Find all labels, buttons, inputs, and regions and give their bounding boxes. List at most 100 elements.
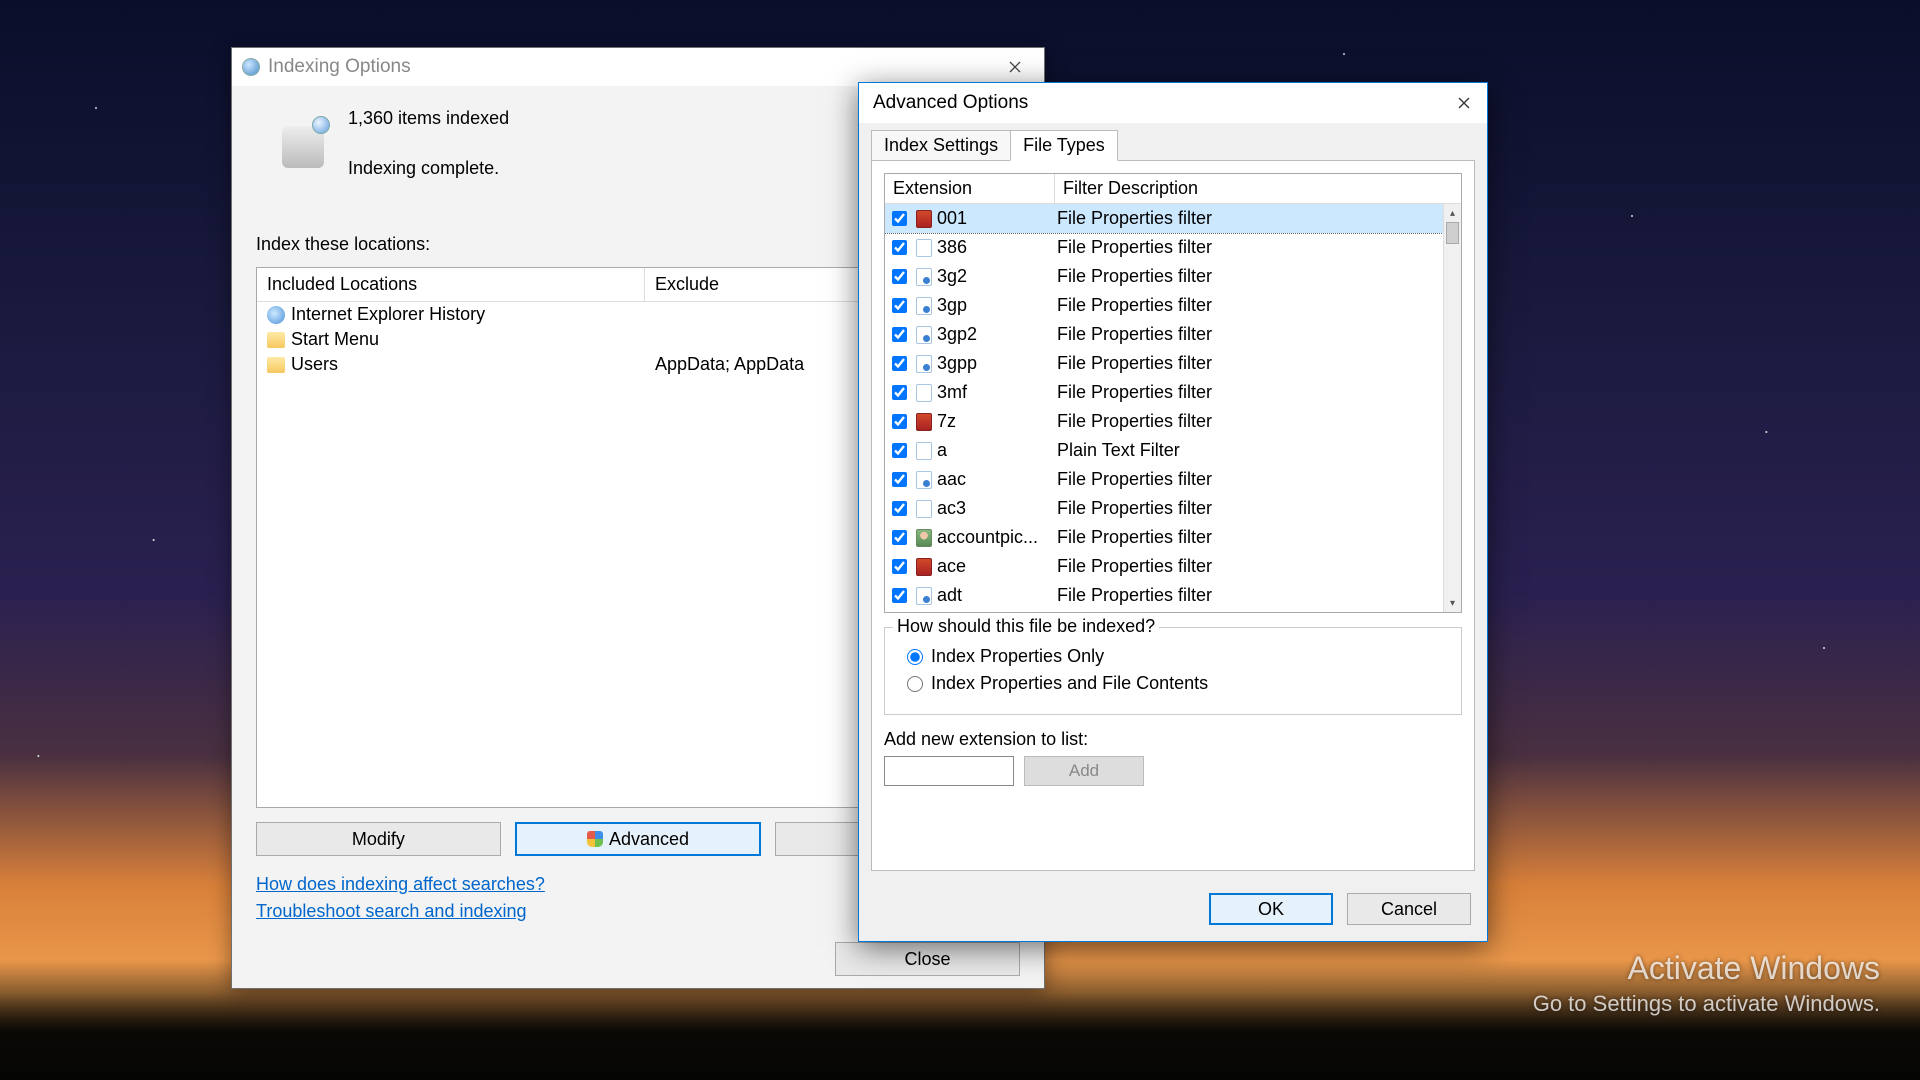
extension-body: 001File Properties filter386File Propert… [885, 204, 1461, 612]
filetype-icon [916, 239, 932, 257]
scrollbar[interactable]: ▴ ▾ [1443, 204, 1461, 612]
extension-row[interactable]: ac3File Properties filter [885, 494, 1443, 523]
scroll-thumb[interactable] [1446, 222, 1459, 244]
filetype-icon [916, 355, 932, 373]
filter-description: File Properties filter [1055, 208, 1443, 229]
radio-properties-only-input[interactable] [907, 649, 923, 665]
filetype-icon [916, 210, 932, 228]
col-included[interactable]: Included Locations [257, 268, 645, 301]
extension-row[interactable]: 3gpFile Properties filter [885, 291, 1443, 320]
extension-name: 3gpp [935, 353, 1055, 374]
filter-description: Plain Text Filter [1055, 440, 1443, 461]
extension-checkbox[interactable] [892, 211, 907, 226]
extension-row[interactable]: adtFile Properties filter [885, 581, 1443, 610]
extension-name: a [935, 440, 1055, 461]
extension-row[interactable]: aacFile Properties filter [885, 465, 1443, 494]
radio-properties-only[interactable]: Index Properties Only [907, 646, 1447, 667]
extension-row[interactable]: 3gppFile Properties filter [885, 349, 1443, 378]
extension-checkbox[interactable] [892, 327, 907, 342]
watermark-subtitle: Go to Settings to activate Windows. [1533, 988, 1880, 1020]
modify-button[interactable]: Modify [256, 822, 501, 856]
extension-checkbox[interactable] [892, 385, 907, 400]
col-filter[interactable]: Filter Description [1055, 174, 1461, 203]
location-name: Start Menu [291, 329, 379, 350]
extension-checkbox[interactable] [892, 269, 907, 284]
close-button[interactable]: Close [835, 942, 1020, 976]
filter-description: File Properties filter [1055, 237, 1443, 258]
close-icon[interactable] [992, 52, 1038, 82]
extension-row[interactable]: 3gp2File Properties filter [885, 320, 1443, 349]
extension-checkbox[interactable] [892, 501, 907, 516]
add-extension-section: Add new extension to list: Add [884, 729, 1462, 786]
extension-checkbox[interactable] [892, 240, 907, 255]
extension-name: 7z [935, 411, 1055, 432]
extension-checkbox[interactable] [892, 298, 907, 313]
advanced-titlebar[interactable]: Advanced Options [859, 83, 1487, 123]
tab-file-types[interactable]: File Types [1010, 130, 1118, 161]
scroll-up-icon[interactable]: ▴ [1444, 204, 1461, 222]
filter-description: File Properties filter [1055, 382, 1443, 403]
filter-description: File Properties filter [1055, 295, 1443, 316]
extension-checkbox[interactable] [892, 472, 907, 487]
extension-table: Extension Filter Description 001File Pro… [884, 173, 1462, 613]
location-name: Users [291, 354, 338, 375]
extension-name: ac3 [935, 498, 1055, 519]
filter-description: File Properties filter [1055, 411, 1443, 432]
ie-icon [267, 306, 285, 324]
tab-index-settings[interactable]: Index Settings [871, 130, 1011, 161]
watermark-title: Activate Windows [1533, 952, 1880, 984]
extension-row[interactable]: 3mfFile Properties filter [885, 378, 1443, 407]
extension-name: aac [935, 469, 1055, 490]
extension-row[interactable]: adtsFile Properties filter [885, 610, 1443, 612]
file-types-pane: Extension Filter Description 001File Pro… [871, 160, 1475, 871]
ok-button[interactable]: OK [1209, 893, 1333, 925]
col-extension[interactable]: Extension [885, 174, 1055, 203]
advanced-title: Advanced Options [873, 92, 1441, 114]
extension-row[interactable]: aceFile Properties filter [885, 552, 1443, 581]
cancel-button[interactable]: Cancel [1347, 893, 1471, 925]
filetype-icon [916, 268, 932, 286]
folder-icon [267, 357, 285, 373]
indexing-status-text: Indexing complete. [348, 154, 509, 182]
filetype-icon [916, 326, 932, 344]
extension-checkbox[interactable] [892, 356, 907, 371]
filter-description: File Properties filter [1055, 469, 1443, 490]
close-row: Close [256, 942, 1020, 976]
extension-checkbox[interactable] [892, 530, 907, 545]
activate-windows-watermark: Activate Windows Go to Settings to activ… [1533, 952, 1880, 1020]
filter-description: File Properties filter [1055, 556, 1443, 577]
extension-row[interactable]: 7zFile Properties filter [885, 407, 1443, 436]
filter-description: File Properties filter [1055, 527, 1443, 548]
extension-row[interactable]: accountpic...File Properties filter [885, 523, 1443, 552]
filter-description: File Properties filter [1055, 585, 1443, 606]
add-extension-input[interactable] [884, 756, 1014, 786]
add-extension-label: Add new extension to list: [884, 729, 1462, 750]
advanced-button-row: OK Cancel [859, 883, 1487, 941]
close-icon[interactable] [1441, 86, 1487, 120]
extension-checkbox[interactable] [892, 443, 907, 458]
filetype-icon [916, 413, 932, 431]
extension-row[interactable]: aPlain Text Filter [885, 436, 1443, 465]
extension-name: 3gp2 [935, 324, 1055, 345]
filter-description: File Properties filter [1055, 324, 1443, 345]
extension-row[interactable]: 386File Properties filter [885, 233, 1443, 262]
extension-name: ace [935, 556, 1055, 577]
filetype-icon [916, 297, 932, 315]
advanced-button[interactable]: Advanced [515, 822, 762, 856]
radio-properties-and-contents[interactable]: Index Properties and File Contents [907, 673, 1447, 694]
indexing-titlebar[interactable]: Indexing Options [232, 48, 1044, 86]
extension-row[interactable]: 3g2File Properties filter [885, 262, 1443, 291]
extension-checkbox[interactable] [892, 414, 907, 429]
extension-name: 3g2 [935, 266, 1055, 287]
filetype-icon [916, 384, 932, 402]
extension-row[interactable]: 001File Properties filter [885, 204, 1443, 233]
advanced-button-label: Advanced [609, 829, 689, 850]
radio-properties-and-contents-input[interactable] [907, 676, 923, 692]
extension-checkbox[interactable] [892, 588, 907, 603]
scroll-down-icon[interactable]: ▾ [1444, 594, 1461, 612]
extension-name: adt [935, 585, 1055, 606]
filetype-icon [916, 558, 932, 576]
extension-checkbox[interactable] [892, 559, 907, 574]
filetype-icon [916, 500, 932, 518]
add-button: Add [1024, 756, 1144, 786]
